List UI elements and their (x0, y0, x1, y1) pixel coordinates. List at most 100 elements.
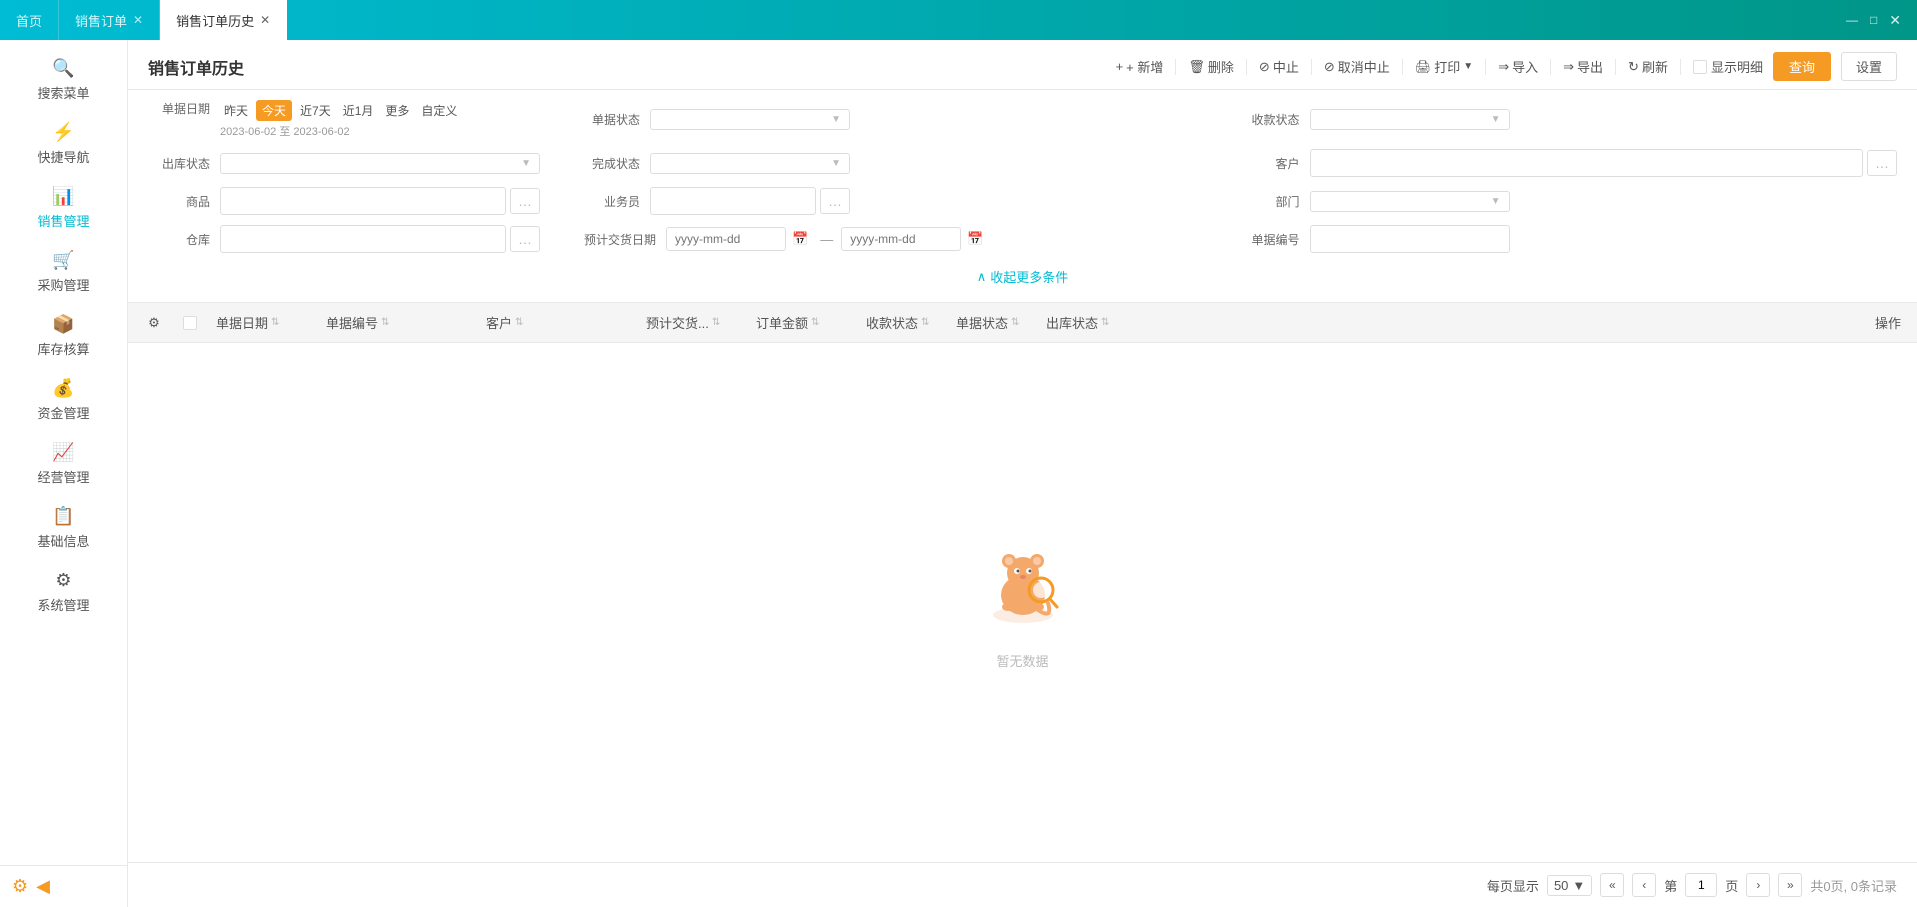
purchase-icon: 🛒 (52, 250, 74, 271)
sidebar-item-finance[interactable]: 💰 资金管理 (0, 368, 127, 432)
today-btn[interactable]: 今天 (256, 100, 292, 121)
tab-sales-order[interactable]: 销售订单 ✕ (59, 0, 160, 40)
yesterday-btn[interactable]: 昨天 (220, 100, 252, 121)
close-window-icon[interactable]: ✕ (1889, 12, 1901, 29)
delivery-date-label: 预计交货日期 (578, 231, 666, 248)
dept-select[interactable]: ▼ (1310, 191, 1510, 212)
sidebar-settings-icon[interactable]: ⚙ (12, 876, 28, 897)
tab-sales-order-history[interactable]: 销售订单历史 ✕ (160, 0, 287, 40)
page-title: 销售订单历史 (148, 55, 244, 79)
sidebar-item-inventory[interactable]: 📦 库存核算 (0, 304, 127, 368)
search-menu-icon: 🔍 (52, 58, 74, 79)
display-toggle[interactable]: 显示明细 (1693, 57, 1763, 76)
next-page-button[interactable]: › (1746, 873, 1770, 897)
salesman-input[interactable] (650, 187, 816, 215)
maximize-icon[interactable]: □ (1870, 13, 1877, 27)
recv-status-label: 收款状态 (1238, 111, 1310, 128)
stop-button[interactable]: ⊘ 中止 (1259, 57, 1299, 76)
calendar-start-icon[interactable]: 📅 (792, 231, 808, 247)
sidebar-item-quicknav[interactable]: ⚡ 快捷导航 (0, 112, 127, 176)
delete-button[interactable]: 🗑 删除 (1188, 57, 1234, 76)
first-page-button[interactable]: « (1600, 873, 1624, 897)
close-sales-order-tab[interactable]: ✕ (133, 13, 143, 27)
warehouse-ellipsis-btn[interactable]: … (510, 226, 540, 252)
order-status-label: 单据状态 (578, 111, 650, 128)
complete-status-arrow-icon: ▼ (831, 158, 841, 169)
more-btn[interactable]: 更多 (381, 100, 413, 121)
delivery-date-start[interactable] (666, 227, 786, 251)
th-amount[interactable]: 订单金额 ⇅ (748, 313, 858, 332)
page-number-input[interactable] (1685, 873, 1717, 897)
sort-customer-icon[interactable]: ⇅ (515, 317, 523, 328)
customer-input[interactable] (1310, 149, 1864, 177)
query-button[interactable]: 查询 (1773, 52, 1831, 81)
out-status-select[interactable]: ▼ (220, 153, 540, 174)
warehouse-input[interactable] (220, 225, 506, 253)
last-page-button[interactable]: » (1778, 873, 1802, 897)
import-button[interactable]: ⇒ 导入 (1498, 57, 1538, 76)
close-sales-order-history-tab[interactable]: ✕ (260, 13, 270, 27)
quick-nav-icon: ⚡ (52, 122, 74, 143)
sort-order-status-icon[interactable]: ⇅ (1011, 317, 1019, 328)
sort-amount-icon[interactable]: ⇅ (811, 317, 819, 328)
sort-delivery-icon[interactable]: ⇅ (712, 317, 720, 328)
out-status-arrow-icon: ▼ (521, 158, 531, 169)
th-date[interactable]: 单据日期 ⇅ (208, 313, 318, 332)
pagination-bar: 每页显示 50 ▼ « ‹ 第 页 › » 共0页, 0条记录 (128, 862, 1917, 907)
month-btn[interactable]: 近1月 (339, 100, 378, 121)
cancel-stop-button[interactable]: ⊘ 取消中止 (1324, 57, 1390, 76)
system-icon: ⚙ (55, 570, 71, 591)
export-button[interactable]: ⇒ 导出 (1563, 57, 1603, 76)
sidebar-item-search[interactable]: 🔍 搜索菜单 (0, 48, 127, 112)
sidebar-item-basic[interactable]: 📋 基础信息 (0, 496, 127, 560)
page-size-select[interactable]: 50 ▼ (1547, 875, 1592, 896)
sidebar-item-sales[interactable]: 📊 销售管理 (0, 176, 127, 240)
th-ops: 操作 (1128, 313, 1909, 332)
divider4 (1402, 59, 1403, 75)
recv-status-select[interactable]: ▼ (1310, 109, 1510, 130)
sidebar-collapse-icon[interactable]: ◀ (36, 876, 50, 897)
th-checkbox[interactable] (172, 316, 208, 330)
sort-date-icon[interactable]: ⇅ (271, 317, 279, 328)
header-checkbox[interactable] (183, 316, 197, 330)
th-customer[interactable]: 客户 ⇅ (478, 313, 638, 332)
product-ellipsis-btn[interactable]: … (510, 188, 540, 214)
sidebar-item-purchase[interactable]: 🛒 采购管理 (0, 240, 127, 304)
print-arrow-icon: ▼ (1463, 61, 1473, 72)
calendar-end-icon[interactable]: 📅 (967, 231, 983, 247)
complete-status-select[interactable]: ▼ (650, 153, 850, 174)
new-button[interactable]: + + 新增 (1116, 57, 1164, 76)
th-settings[interactable]: ⚙ (136, 315, 172, 331)
out-status-label: 出库状态 (148, 155, 220, 172)
collapse-row[interactable]: ∧ 收起更多条件 (148, 263, 1897, 292)
product-label: 商品 (148, 193, 220, 210)
sort-num-icon[interactable]: ⇅ (381, 317, 389, 328)
delivery-date-end[interactable] (841, 227, 961, 251)
minimize-icon[interactable]: — (1846, 13, 1858, 27)
salesman-ellipsis-btn[interactable]: … (820, 188, 850, 214)
th-order-status[interactable]: 单据状态 ⇅ (948, 313, 1038, 332)
filter-row-2: 出库状态 ▼ 完成状态 ▼ 客户 (148, 149, 1897, 177)
sort-recv-icon[interactable]: ⇅ (921, 317, 929, 328)
sidebar-item-system[interactable]: ⚙ 系统管理 (0, 560, 127, 624)
th-num[interactable]: 单据编号 ⇅ (318, 313, 478, 332)
sort-out-icon[interactable]: ⇅ (1101, 317, 1109, 328)
chevron-up-icon: ∧ (977, 269, 987, 285)
th-out-status[interactable]: 出库状态 ⇅ (1038, 313, 1128, 332)
week-btn[interactable]: 近7天 (296, 100, 335, 121)
order-status-select[interactable]: ▼ (650, 109, 850, 130)
customer-ellipsis-btn[interactable]: … (1867, 150, 1897, 176)
prev-page-button[interactable]: ‹ (1632, 873, 1656, 897)
th-recv-status[interactable]: 收款状态 ⇅ (858, 313, 948, 332)
order-no-input[interactable] (1310, 225, 1510, 253)
sidebar-item-operations[interactable]: 📈 经营管理 (0, 432, 127, 496)
product-input[interactable] (220, 187, 506, 215)
settings-button[interactable]: 设置 (1841, 52, 1897, 81)
refresh-button[interactable]: ↻ 刷新 (1628, 57, 1668, 76)
custom-btn[interactable]: 自定义 (417, 100, 461, 121)
th-delivery[interactable]: 预计交货... ⇅ (638, 313, 748, 332)
print-button[interactable]: 🖨 打印 ▼ (1415, 57, 1473, 76)
top-bar-right: — □ ✕ (1830, 12, 1917, 29)
tab-home[interactable]: 首页 (0, 0, 59, 40)
display-toggle-checkbox[interactable] (1693, 60, 1707, 74)
